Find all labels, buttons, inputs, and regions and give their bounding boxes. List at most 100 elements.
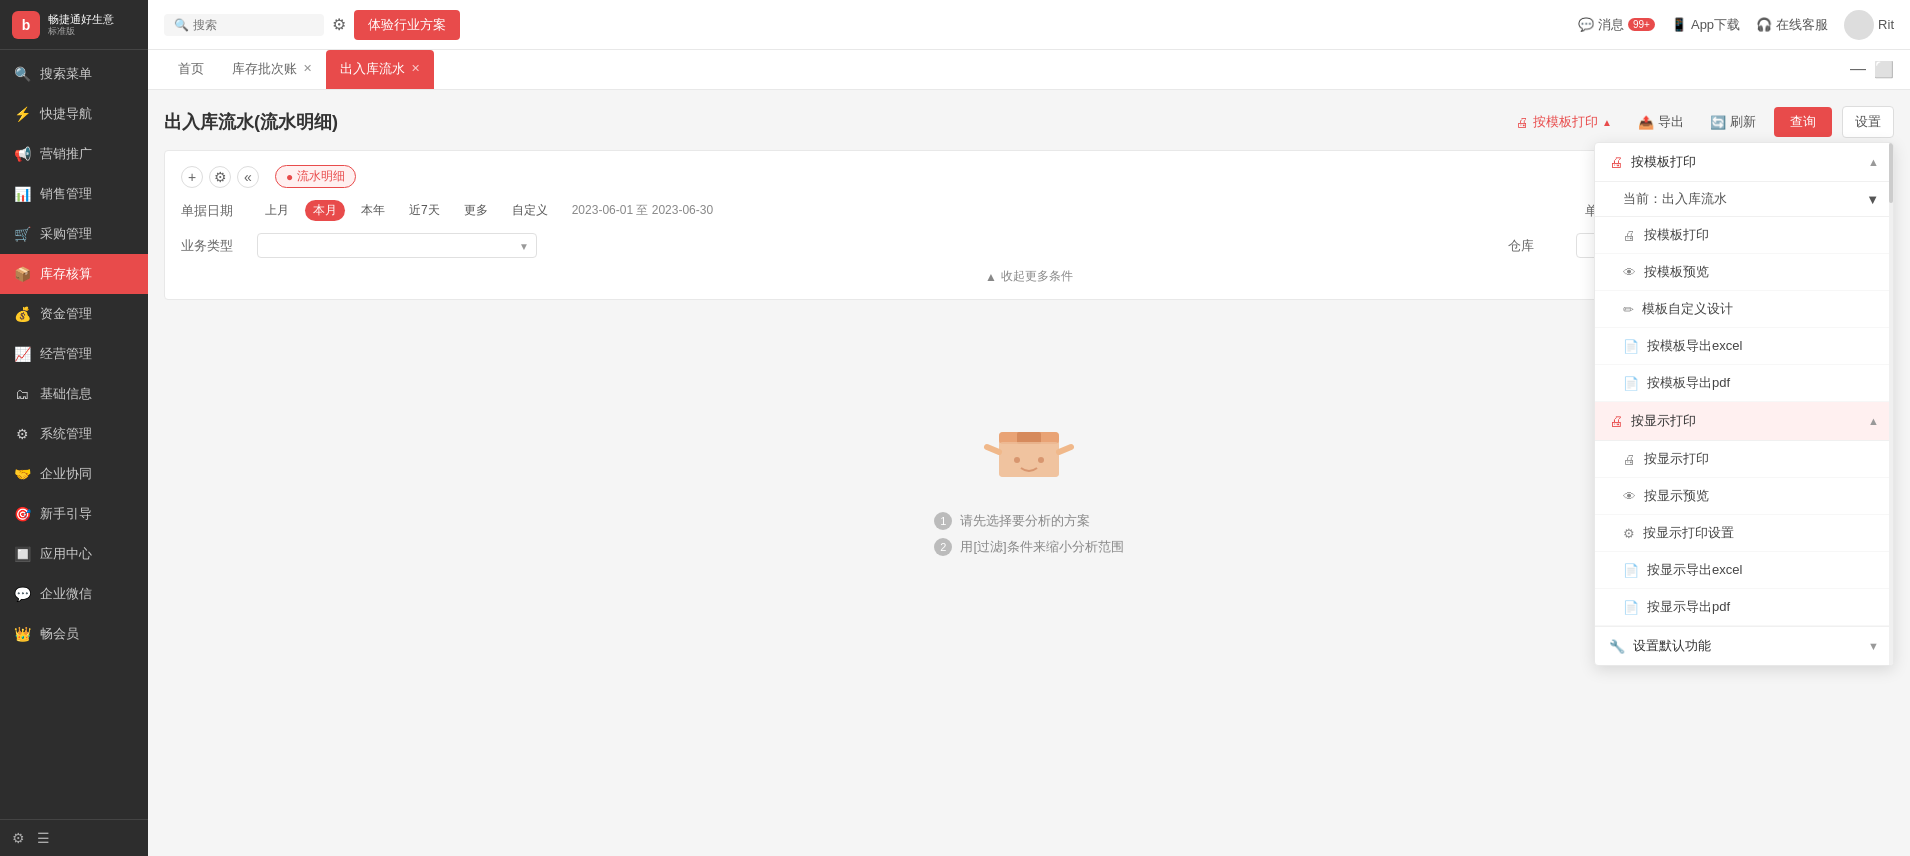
- message-btn[interactable]: 💬 消息 99+: [1578, 16, 1655, 34]
- main-area: 🔍 ⚙ 体验行业方案 💬 消息 99+ 📱 App下载 🎧 在线客服 R: [148, 0, 1910, 856]
- pdf-icon: 📄: [1623, 376, 1639, 391]
- display-settings-icon: ⚙: [1623, 526, 1635, 541]
- sidebar-item-system[interactable]: ⚙ 系统管理: [0, 414, 148, 454]
- industry-btn[interactable]: 体验行业方案: [354, 10, 460, 40]
- dropdown-display-preview[interactable]: 👁 按显示预览: [1595, 478, 1893, 515]
- date-option-this-month[interactable]: 本月: [305, 200, 345, 221]
- sidebar-item-marketing[interactable]: 📢 营销推广: [0, 134, 148, 174]
- crown-icon: 👑: [12, 624, 32, 644]
- dropdown-template-section-header[interactable]: 🖨 按模板打印 ▲: [1595, 143, 1893, 182]
- page-header: 出入库流水(流水明细) 🖨 按模板打印 ▲ 📤 导出 🔄 刷新: [164, 106, 1894, 138]
- header-search-bar[interactable]: 🔍: [164, 14, 324, 36]
- dropdown-scrollbar-thumb: [1889, 143, 1893, 203]
- biz-type-select[interactable]: [257, 233, 537, 258]
- print-template-btn[interactable]: 🖨 按模板打印 ▲: [1508, 109, 1620, 135]
- sidebar-item-quick-nav[interactable]: ⚡ 快捷导航: [0, 94, 148, 134]
- query-btn[interactable]: 查询: [1774, 107, 1832, 137]
- filter-collapse-btn[interactable]: «: [237, 166, 259, 188]
- dropdown-template-preview[interactable]: 👁 按模板预览: [1595, 254, 1893, 291]
- tab-expand-icon[interactable]: ⬜: [1874, 60, 1894, 79]
- printer-small-icon: 🖨: [1623, 228, 1636, 243]
- tab-home[interactable]: 首页: [164, 50, 218, 89]
- phone-icon: 📱: [1671, 17, 1687, 32]
- template-print-header-icon: 🖨: [1609, 154, 1623, 170]
- sidebar-item-collab[interactable]: 🤝 企业协同: [0, 454, 148, 494]
- filter-settings-btn[interactable]: ⚙: [209, 166, 231, 188]
- date-option-custom[interactable]: 自定义: [504, 200, 556, 221]
- menu-collapse-icon[interactable]: ☰: [37, 830, 50, 846]
- dropdown-display-pdf[interactable]: 📄 按显示导出pdf: [1595, 589, 1893, 626]
- sidebar-nav: 🔍 搜索菜单 ⚡ 快捷导航 📢 营销推广 📊 销售管理 🛒 采购管理 📦 库存核…: [0, 50, 148, 819]
- grid-icon: 🔲: [12, 544, 32, 564]
- dropdown-display-excel[interactable]: 📄 按显示导出excel: [1595, 552, 1893, 589]
- date-controls: 上月 本月 本年 近7天 更多 自定义 2023-06-01 至 2023-06…: [257, 200, 713, 221]
- sidebar-item-operations[interactable]: 📈 经营管理: [0, 334, 148, 374]
- date-option-7days[interactable]: 近7天: [401, 200, 448, 221]
- search-icon: 🔍: [12, 64, 32, 84]
- tabs-bar: 首页 库存批次账 ✕ 出入库流水 ✕ — ⬜: [148, 50, 1910, 90]
- online-service-btn[interactable]: 🎧 在线客服: [1756, 16, 1828, 34]
- tab-batch-account[interactable]: 库存批次账 ✕: [218, 50, 326, 89]
- dropdown-template-print[interactable]: 🖨 按模板打印: [1595, 217, 1893, 254]
- tab-inout-flow[interactable]: 出入库流水 ✕: [326, 50, 434, 89]
- sidebar-item-basics[interactable]: 🗂 基础信息: [0, 374, 148, 414]
- dropdown-template-pdf[interactable]: 📄 按模板导出pdf: [1595, 365, 1893, 402]
- megaphone-icon: 📢: [12, 144, 32, 164]
- export-icon: 📤: [1638, 115, 1654, 130]
- tab-close-batch[interactable]: ✕: [303, 62, 312, 75]
- dropdown-template-custom[interactable]: ✏ 模板自定义设计: [1595, 291, 1893, 328]
- tab-close-inout[interactable]: ✕: [411, 62, 420, 75]
- sidebar-item-wechat[interactable]: 💬 企业微信: [0, 574, 148, 614]
- sidebar-item-member[interactable]: 👑 畅会员: [0, 614, 148, 654]
- filter-add-btn[interactable]: +: [181, 166, 203, 188]
- eye-icon: 👁: [1623, 265, 1636, 280]
- date-option-last-month[interactable]: 上月: [257, 200, 297, 221]
- folder-icon: 🗂: [12, 384, 32, 404]
- filter-active-tag[interactable]: ● 流水明细: [275, 165, 356, 188]
- handshake-icon: 🤝: [12, 464, 32, 484]
- refresh-btn[interactable]: 🔄 刷新: [1702, 109, 1764, 135]
- export-btn[interactable]: 📤 导出: [1630, 109, 1692, 135]
- box-icon: 📦: [12, 264, 32, 284]
- sidebar: b 畅捷通好生意 标准版 🔍 搜索菜单 ⚡ 快捷导航 📢 营销推广 📊 销售管理…: [0, 0, 148, 856]
- header-right: 💬 消息 99+ 📱 App下载 🎧 在线客服 Rit: [1578, 10, 1894, 40]
- date-option-this-year[interactable]: 本年: [353, 200, 393, 221]
- footer-chevron-down: ▼: [1868, 640, 1879, 652]
- dropdown-current-template[interactable]: 当前：出入库流水 ▼: [1595, 182, 1893, 217]
- dropdown-template-excel[interactable]: 📄 按模板导出excel: [1595, 328, 1893, 365]
- headset-icon: 🎧: [1756, 17, 1772, 32]
- sidebar-item-search[interactable]: 🔍 搜索菜单: [0, 54, 148, 94]
- logo-icon: b: [12, 11, 40, 39]
- sidebar-item-inventory[interactable]: 📦 库存核算: [0, 254, 148, 294]
- gear-icon: ⚙: [12, 424, 32, 444]
- empty-steps-list: 1 请先选择要分析的方案 2 用[过滤]条件来缩小分析范围: [934, 512, 1123, 564]
- settings-btn[interactable]: 设置: [1842, 106, 1894, 138]
- chevron-up-icon: ▲: [1602, 117, 1612, 128]
- content-area: 出入库流水(流水明细) 🖨 按模板打印 ▲ 📤 导出 🔄 刷新: [148, 90, 1910, 856]
- tab-minimize-icon[interactable]: —: [1850, 60, 1866, 79]
- chevron-down-icon: ▼: [1866, 192, 1879, 207]
- search-input[interactable]: [193, 18, 313, 32]
- sidebar-item-app-center[interactable]: 🔲 应用中心: [0, 534, 148, 574]
- empty-step-2: 2 用[过滤]条件来缩小分析范围: [934, 538, 1123, 556]
- user-avatar-area[interactable]: Rit: [1844, 10, 1894, 40]
- refresh-icon: 🔄: [1710, 115, 1726, 130]
- dropdown-display-section-header[interactable]: 🖨 按显示打印 ▲: [1595, 402, 1893, 441]
- sidebar-item-guide[interactable]: 🎯 新手引导: [0, 494, 148, 534]
- target-icon: 🎯: [12, 504, 32, 524]
- sidebar-item-finance[interactable]: 💰 资金管理: [0, 294, 148, 334]
- svg-point-4: [1014, 457, 1020, 463]
- display-printer-icon: 🖨: [1623, 452, 1636, 467]
- dropdown-display-settings[interactable]: ⚙ 按显示打印设置: [1595, 515, 1893, 552]
- app-download-btn[interactable]: 📱 App下载: [1671, 16, 1740, 34]
- sidebar-item-purchase[interactable]: 🛒 采购管理: [0, 214, 148, 254]
- header-gear-icon[interactable]: ⚙: [332, 15, 346, 34]
- header: 🔍 ⚙ 体验行业方案 💬 消息 99+ 📱 App下载 🎧 在线客服 R: [148, 0, 1910, 50]
- dropdown-display-print[interactable]: 🖨 按显示打印: [1595, 441, 1893, 478]
- dropdown-default-settings[interactable]: 🔧 设置默认功能 ▼: [1595, 626, 1893, 665]
- page-title: 出入库流水(流水明细): [164, 110, 338, 134]
- chevron-up-small-icon: ▲: [985, 270, 997, 284]
- settings-bottom-icon[interactable]: ⚙: [12, 830, 25, 846]
- date-option-more[interactable]: 更多: [456, 200, 496, 221]
- sidebar-item-sales[interactable]: 📊 销售管理: [0, 174, 148, 214]
